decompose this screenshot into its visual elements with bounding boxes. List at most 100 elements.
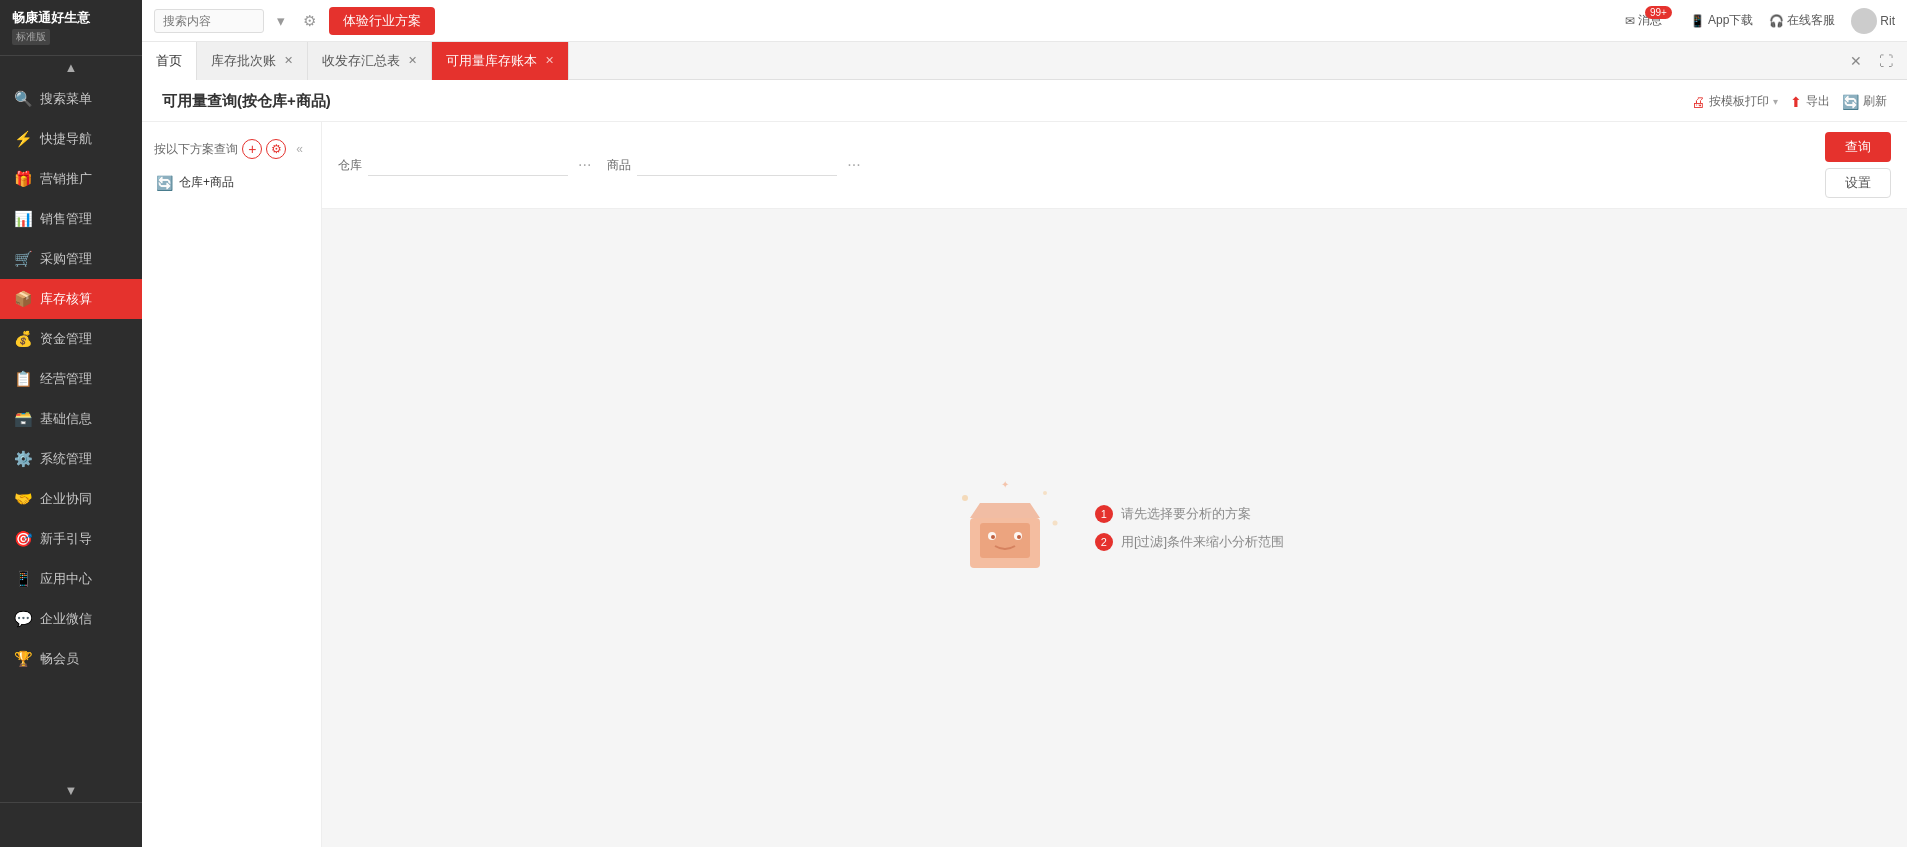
refresh-button[interactable]: 🔄 刷新 — [1842, 93, 1887, 110]
user-area[interactable]: Rit — [1851, 8, 1895, 34]
sales-icon: 📊 — [14, 210, 32, 228]
tab-stock-summary-close[interactable]: ✕ — [408, 55, 417, 66]
sidebar-item-sales[interactable]: 📊 销售管理 — [0, 199, 142, 239]
tab-available-stock-label: 可用量库存账本 — [446, 52, 537, 70]
svg-text:✦: ✦ — [1001, 479, 1009, 490]
sidebar-item-label: 快捷导航 — [40, 130, 92, 148]
step1-circle: 1 — [1095, 505, 1113, 523]
message-button[interactable]: ✉ 消息 99+ — [1625, 12, 1662, 29]
tab-expand-button[interactable]: ⛶ — [1873, 48, 1899, 74]
content-body: 按以下方案查询 + ⚙ « 🔄 仓库+商品 仓库 — [142, 122, 1907, 847]
sidebar-item-search[interactable]: 🔍 搜索菜单 — [0, 79, 142, 119]
page-area: 可用量查询(按仓库+商品) 🖨 按模板打印 ▾ ⬆ 导出 🔄 刷新 — [142, 80, 1907, 847]
sidebar-item-appstore[interactable]: 📱 应用中心 — [0, 559, 142, 599]
sidebar-item-base[interactable]: 🗃️ 基础信息 — [0, 399, 142, 439]
topbar-search-input[interactable] — [154, 9, 264, 33]
marketing-icon: 🎁 — [14, 170, 32, 188]
tab-batch-account[interactable]: 库存批次账 ✕ — [197, 42, 308, 80]
sidebar-item-label: 采购管理 — [40, 250, 92, 268]
service-icon: 🎧 — [1769, 14, 1784, 28]
app-download-button[interactable]: 📱 App下载 — [1690, 12, 1753, 29]
warehouse-filter: 仓库 ··· — [338, 155, 595, 176]
scheme-label: 仓库+商品 — [179, 174, 234, 191]
svg-point-8 — [1052, 521, 1057, 526]
sidebar-item-purchase[interactable]: 🛒 采购管理 — [0, 239, 142, 279]
version-badge: 标准版 — [12, 29, 50, 45]
scheme-warehouse-product[interactable]: 🔄 仓库+商品 — [142, 166, 321, 199]
page-title: 可用量查询(按仓库+商品) — [162, 92, 331, 111]
filter-panel-header: 按以下方案查询 + ⚙ « — [142, 132, 321, 166]
empty-text: 1 请先选择要分析的方案 2 用[过滤]条件来缩小分析范围 — [1095, 505, 1284, 551]
sidebar-item-finance[interactable]: 💰 资金管理 — [0, 319, 142, 359]
sidebar-menu: 🔍 搜索菜单 ⚡ 快捷导航 🎁 营销推广 📊 销售管理 🛒 采购管理 📦 库存核… — [0, 79, 142, 779]
scheme-icon: 🔄 — [156, 175, 173, 191]
system-icon: ⚙️ — [14, 450, 32, 468]
empty-illustration: ✦ — [945, 468, 1065, 588]
trial-button[interactable]: 体验行业方案 — [329, 7, 435, 35]
enterprise-icon: 🤝 — [14, 490, 32, 508]
tab-home-label: 首页 — [156, 52, 182, 70]
refresh-label: 刷新 — [1863, 93, 1887, 110]
edit-scheme-button[interactable]: ⚙ — [266, 139, 286, 159]
sidebar-item-newbie[interactable]: 🎯 新手引导 — [0, 519, 142, 559]
add-scheme-button[interactable]: + — [242, 139, 262, 159]
sidebar-item-marketing[interactable]: 🎁 营销推广 — [0, 159, 142, 199]
sidebar-item-system[interactable]: ⚙️ 系统管理 — [0, 439, 142, 479]
topbar-gear-icon[interactable]: ⚙ — [298, 10, 321, 32]
query-button[interactable]: 查询 — [1825, 132, 1891, 162]
tab-home[interactable]: 首页 — [142, 42, 197, 80]
sidebar-item-label: 资金管理 — [40, 330, 92, 348]
online-service-button[interactable]: 🎧 在线客服 — [1769, 12, 1835, 29]
tab-batch-account-close[interactable]: ✕ — [284, 55, 293, 66]
sidebar-item-shortcut[interactable]: ⚡ 快捷导航 — [0, 119, 142, 159]
sidebar-scroll-up[interactable]: ▲ — [0, 56, 142, 79]
sidebar-logo: 畅康通好生意 标准版 — [0, 0, 142, 56]
print-dropdown-icon[interactable]: ▾ — [1773, 96, 1778, 107]
app-download-label: App下载 — [1708, 12, 1753, 29]
product-input[interactable] — [637, 155, 837, 176]
sidebar-item-label: 搜索菜单 — [40, 90, 92, 108]
sidebar-item-label: 库存核算 — [40, 290, 92, 308]
tab-stock-summary[interactable]: 收发存汇总表 ✕ — [308, 42, 432, 80]
settings-button[interactable]: 设置 — [1825, 168, 1891, 198]
sidebar-item-label: 系统管理 — [40, 450, 92, 468]
tab-available-stock[interactable]: 可用量库存账本 ✕ — [432, 42, 569, 80]
print-button[interactable]: 🖨 按模板打印 ▾ — [1691, 93, 1778, 110]
warehouse-more-icon[interactable]: ··· — [574, 156, 595, 174]
sidebar-item-label: 应用中心 — [40, 570, 92, 588]
sidebar-item-label: 企业微信 — [40, 610, 92, 628]
tab-stock-summary-label: 收发存汇总表 — [322, 52, 400, 70]
topbar-right: ✉ 消息 99+ 📱 App下载 🎧 在线客服 Rit — [1625, 8, 1895, 34]
export-button[interactable]: ⬆ 导出 — [1790, 93, 1830, 110]
main-area: ▾ ⚙ 体验行业方案 ✉ 消息 99+ 📱 App下载 🎧 在线客服 Rit — [142, 0, 1907, 847]
tab-available-stock-close[interactable]: ✕ — [545, 55, 554, 66]
member-icon: 🏆 — [14, 650, 32, 668]
svg-point-4 — [991, 535, 995, 539]
sidebar-item-label: 经营管理 — [40, 370, 92, 388]
export-label: 导出 — [1806, 93, 1830, 110]
finance-icon: 💰 — [14, 330, 32, 348]
inventory-icon: 📦 — [14, 290, 32, 308]
sidebar-scroll-down[interactable]: ▼ — [0, 779, 142, 802]
empty-step2: 2 用[过滤]条件来缩小分析范围 — [1095, 533, 1284, 551]
page-header: 可用量查询(按仓库+商品) 🖨 按模板打印 ▾ ⬆ 导出 🔄 刷新 — [142, 80, 1907, 122]
sidebar-item-label: 营销推广 — [40, 170, 92, 188]
topbar-dropdown-icon[interactable]: ▾ — [272, 10, 290, 32]
sidebar-item-wechat[interactable]: 💬 企业微信 — [0, 599, 142, 639]
sidebar-item-operation[interactable]: 📋 经营管理 — [0, 359, 142, 399]
sidebar-item-inventory[interactable]: 📦 库存核算 — [0, 279, 142, 319]
sidebar-item-enterprise[interactable]: 🤝 企业协同 — [0, 479, 142, 519]
sidebar-item-member[interactable]: 🏆 畅会员 — [0, 639, 142, 679]
shortcut-icon: ⚡ — [14, 130, 32, 148]
warehouse-label: 仓库 — [338, 157, 362, 174]
online-service-label: 在线客服 — [1787, 12, 1835, 29]
filter-panel: 按以下方案查询 + ⚙ « 🔄 仓库+商品 — [142, 122, 322, 847]
avatar — [1851, 8, 1877, 34]
product-more-icon[interactable]: ··· — [843, 156, 864, 174]
warehouse-input[interactable] — [368, 155, 568, 176]
tab-close-button[interactable]: ✕ — [1843, 48, 1869, 74]
collapse-panel-button[interactable]: « — [290, 138, 309, 160]
topbar: ▾ ⚙ 体验行业方案 ✉ 消息 99+ 📱 App下载 🎧 在线客服 Rit — [142, 0, 1907, 42]
product-label: 商品 — [607, 157, 631, 174]
purchase-icon: 🛒 — [14, 250, 32, 268]
